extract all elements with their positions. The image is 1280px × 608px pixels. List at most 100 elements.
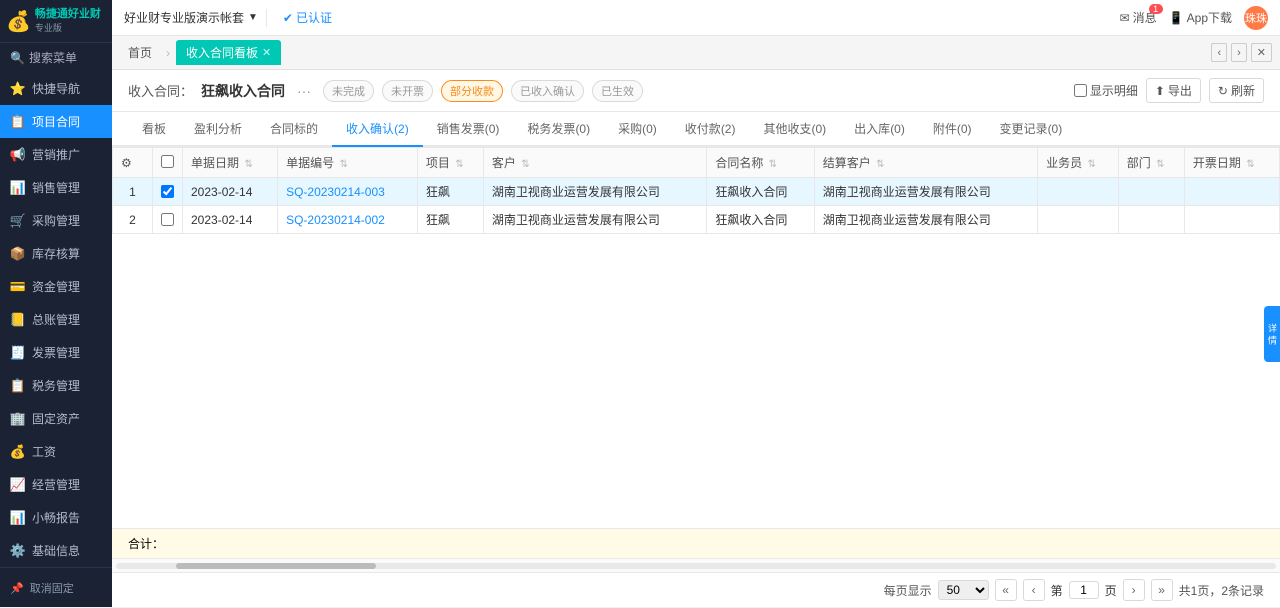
sidebar-item-inventory[interactable]: 📦 库存核算 <box>0 237 112 270</box>
row-checkbox-cell[interactable] <box>153 178 183 206</box>
th-contract-name[interactable]: 合同名称 ⇅ <box>707 148 814 178</box>
tab-nav-next[interactable]: › <box>1231 43 1247 62</box>
th-salesperson[interactable]: 业务员 ⇅ <box>1038 148 1119 178</box>
th-checkbox[interactable] <box>153 148 183 178</box>
th-settlement[interactable]: 结算客户 ⇅ <box>814 148 1037 178</box>
tab-nav-close[interactable]: ✕ <box>1251 43 1272 62</box>
export-button[interactable]: ⬆ 导出 <box>1146 78 1201 103</box>
subtab-board[interactable]: 看板 <box>128 112 180 147</box>
row-project: 狂飙 <box>417 178 483 206</box>
per-page-label: 每页显示 <box>884 582 932 599</box>
subtab-attachment-label: 附件 <box>933 122 957 136</box>
app-download-button[interactable]: 📱 App下载 <box>1169 9 1232 26</box>
sidebar-item-label: 采购管理 <box>32 212 80 229</box>
sidebar-item-fund[interactable]: 💳 资金管理 <box>0 270 112 303</box>
status-confirmed[interactable]: 已收入确认 <box>511 80 584 102</box>
subtab-subject[interactable]: 合同标的 <box>256 112 332 147</box>
show-detail-checkbox[interactable] <box>1074 84 1087 97</box>
table-row[interactable]: 1 2023-02-14 SQ-20230214-003 狂飙 湖南卫视商业运营… <box>113 178 1280 206</box>
subtab-purchase[interactable]: 采购(0) <box>604 112 671 147</box>
scrollbar-track[interactable] <box>116 563 1276 569</box>
sidebar-item-sales[interactable]: 📊 销售管理 <box>0 171 112 204</box>
show-detail-toggle[interactable]: 显示明细 <box>1074 78 1138 103</box>
sort-icon: ⇅ <box>455 159 463 170</box>
subtab-attachment[interactable]: 附件(0) <box>919 112 986 147</box>
subtab-change-log[interactable]: 变更记录(0) <box>986 112 1077 147</box>
sidebar-search[interactable]: 🔍 搜索菜单 <box>0 43 112 72</box>
subtab-warehouse[interactable]: 出入库(0) <box>840 112 919 147</box>
tab-contract-board[interactable]: 收入合同看板 ✕ <box>176 40 281 65</box>
company-name: 好业财专业版演示帐套 <box>124 9 244 26</box>
table-footer: 合计： <box>112 528 1280 558</box>
company-selector[interactable]: 好业财专业版演示帐套 ▼ <box>124 9 258 26</box>
per-page-select[interactable]: 20 50 100 <box>938 580 989 600</box>
table-row[interactable]: 2 2023-02-14 SQ-20230214-002 狂飙 湖南卫视商业运营… <box>113 206 1280 234</box>
th-customer[interactable]: 客户 ⇅ <box>483 148 706 178</box>
right-float-button[interactable]: 详 情 <box>1264 306 1280 362</box>
th-department[interactable]: 部门 ⇅ <box>1118 148 1184 178</box>
sidebar-item-hr[interactable]: 💰 工资 <box>0 435 112 468</box>
message-button[interactable]: ✉ 1 消息 <box>1120 9 1157 26</box>
user-avatar-area[interactable]: 珠珠 <box>1244 6 1268 30</box>
th-settings[interactable]: ⚙ <box>113 148 153 178</box>
hr-icon: 💰 <box>10 444 26 460</box>
last-page-button[interactable]: » <box>1151 579 1173 601</box>
sidebar-item-general[interactable]: 📒 总账管理 <box>0 303 112 336</box>
row-checkbox-cell[interactable] <box>153 206 183 234</box>
refresh-button[interactable]: ↻ 刷新 <box>1209 78 1264 103</box>
sidebar-item-invoice[interactable]: 🧾 发票管理 <box>0 336 112 369</box>
sidebar-item-report[interactable]: 📊 小畅报告 <box>0 501 112 534</box>
sidebar-item-tax[interactable]: 📋 税务管理 <box>0 369 112 402</box>
first-page-button[interactable]: « <box>995 579 1017 601</box>
sort-icon: ⇅ <box>1246 159 1254 170</box>
status-incomplete[interactable]: 未完成 <box>323 80 374 102</box>
sidebar-item-purchase[interactable]: 🛒 采购管理 <box>0 204 112 237</box>
sidebar-item-fixed-assets[interactable]: 🏢 固定资产 <box>0 402 112 435</box>
sidebar-item-base[interactable]: ⚙️ 基础信息 <box>0 534 112 567</box>
page-number-input[interactable] <box>1069 581 1099 599</box>
sidebar-bottom-unpin[interactable]: 📌 取消固定 <box>0 574 112 602</box>
tab-home[interactable]: 首页 <box>120 40 160 65</box>
next-page-button[interactable]: › <box>1123 579 1145 601</box>
export-icon: ⬆ <box>1155 84 1165 98</box>
subtab-profit[interactable]: 盈利分析 <box>180 112 256 147</box>
scrollbar-thumb[interactable] <box>176 563 376 569</box>
sidebar-item-project[interactable]: 📋 项目合同 <box>0 105 112 138</box>
row-department <box>1118 206 1184 234</box>
sort-icon: ⇅ <box>1088 159 1096 170</box>
row-number-link[interactable]: SQ-20230214-003 <box>286 185 385 199</box>
status-effective[interactable]: 已生效 <box>592 80 643 102</box>
row-checkbox[interactable] <box>161 185 174 198</box>
select-all-checkbox[interactable] <box>161 155 174 168</box>
th-date[interactable]: 单据日期 ⇅ <box>183 148 278 178</box>
app-download-label: App下载 <box>1187 9 1232 26</box>
th-project[interactable]: 项目 ⇅ <box>417 148 483 178</box>
subtab-revenue[interactable]: 收入确认(2) <box>332 112 423 147</box>
tab-nav-prev[interactable]: ‹ <box>1211 43 1227 62</box>
status-uninvoiced[interactable]: 未开票 <box>382 80 433 102</box>
row-number[interactable]: SQ-20230214-003 <box>278 178 418 206</box>
sidebar-item-quick-nav[interactable]: ⭐ 快捷导航 <box>0 72 112 105</box>
sidebar-item-label: 总账管理 <box>32 311 80 328</box>
horizontal-scrollbar[interactable] <box>112 558 1280 572</box>
row-number-link[interactable]: SQ-20230214-002 <box>286 213 385 227</box>
subtab-payment[interactable]: 收付款(2) <box>671 112 750 147</box>
subtab-other[interactable]: 其他收支(0) <box>749 112 840 147</box>
invoice-icon: 🧾 <box>10 345 26 361</box>
row-settlement: 湖南卫视商业运营发展有限公司 <box>814 178 1037 206</box>
sidebar-item-marketing[interactable]: 📢 营销推广 <box>0 138 112 171</box>
status-partial[interactable]: 部分收款 <box>441 80 503 102</box>
th-number[interactable]: 单据编号 ⇅ <box>278 148 418 178</box>
logo-icon: 💰 <box>6 9 31 34</box>
row-checkbox[interactable] <box>161 213 174 226</box>
close-icon[interactable]: ✕ <box>262 46 271 59</box>
settings-icon[interactable]: ⚙ <box>121 156 132 170</box>
subtab-sales-invoice[interactable]: 销售发票(0) <box>423 112 514 147</box>
more-button[interactable]: ··· <box>293 83 315 99</box>
subtab-tax-invoice[interactable]: 税务发票(0) <box>513 112 604 147</box>
th-invoice-date[interactable]: 开票日期 ⇅ <box>1184 148 1279 178</box>
prev-page-button[interactable]: ‹ <box>1023 579 1045 601</box>
subtab-purchase-label: 采购 <box>618 122 642 136</box>
sidebar-item-ops[interactable]: 📈 经营管理 <box>0 468 112 501</box>
row-number[interactable]: SQ-20230214-002 <box>278 206 418 234</box>
